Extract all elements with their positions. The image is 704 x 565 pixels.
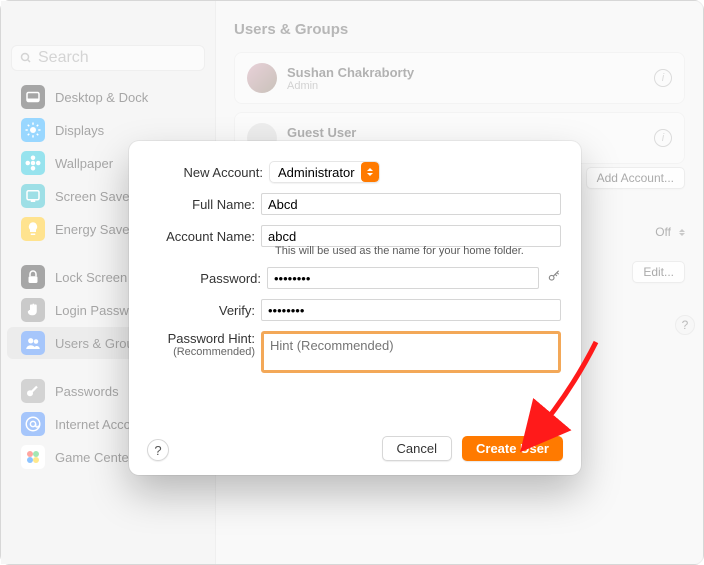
full-name-input[interactable] [261, 193, 561, 215]
cancel-button[interactable]: Cancel [382, 436, 452, 461]
account-type-select[interactable]: Administrator [269, 161, 380, 183]
account-name-input[interactable] [261, 225, 561, 247]
verify-password-input[interactable] [261, 299, 561, 321]
create-user-button[interactable]: Create User [462, 436, 563, 461]
label-hint: Password Hint: (Recommended) [149, 331, 261, 358]
account-type-value: Administrator [278, 165, 355, 180]
new-user-sheet: New Account: Administrator Full Name: Ac… [129, 141, 581, 475]
settings-window: Search Desktop & DockDisplaysWallpaperSc… [0, 0, 704, 565]
password-input[interactable] [267, 267, 539, 289]
label-verify: Verify: [149, 303, 261, 318]
stepper-icon [361, 162, 379, 182]
sheet-help-button[interactable]: ? [147, 439, 169, 461]
label-new-account: New Account: [149, 165, 269, 180]
label-full-name: Full Name: [149, 197, 261, 212]
label-account-name: Account Name: [149, 229, 261, 244]
password-hint-input[interactable] [261, 331, 561, 373]
label-password: Password: [149, 271, 267, 286]
key-icon[interactable] [547, 269, 561, 288]
account-name-note: This will be used as the name for your h… [275, 245, 561, 257]
